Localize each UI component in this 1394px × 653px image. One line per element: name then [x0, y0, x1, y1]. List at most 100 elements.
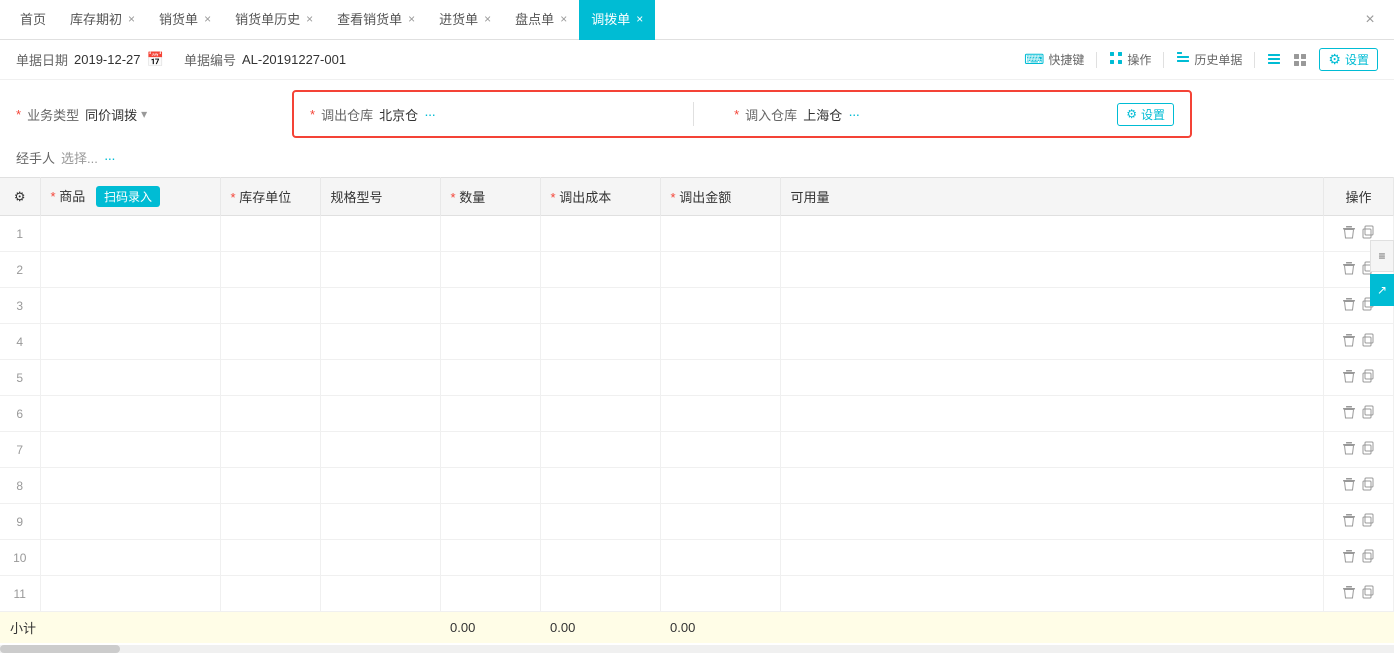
row-qty — [440, 576, 540, 612]
row-operation — [1324, 396, 1394, 432]
business-type-field: * 业务类型 同价调拨 ▾ — [16, 90, 276, 138]
history-button[interactable]: 历史单据 — [1176, 51, 1242, 68]
warehouse-settings-button[interactable]: ⚙ 设置 — [1117, 103, 1174, 126]
tab-sales-history[interactable]: 销货单历史 × — [223, 0, 325, 40]
tab-close-transfer-order[interactable]: × — [636, 12, 643, 26]
row-product[interactable] — [40, 504, 220, 540]
row-spec — [320, 432, 440, 468]
row-product[interactable] — [40, 216, 220, 252]
row-product[interactable] — [40, 396, 220, 432]
tab-close-view-sales[interactable]: × — [408, 12, 415, 26]
toolbar-actions: ⌨ 快捷键 操作 历史 — [1024, 48, 1378, 71]
row-unit — [220, 324, 320, 360]
row-number: 9 — [0, 504, 40, 540]
row-product[interactable] — [40, 576, 220, 612]
row-amount — [660, 396, 780, 432]
row-product[interactable] — [40, 324, 220, 360]
in-warehouse-more-icon[interactable]: ··· — [848, 106, 859, 122]
row-cost — [540, 396, 660, 432]
delete-icon[interactable] — [1342, 405, 1356, 422]
delete-icon[interactable] — [1342, 225, 1356, 242]
copy-icon[interactable] — [1362, 549, 1376, 566]
delete-icon[interactable] — [1342, 441, 1356, 458]
copy-icon[interactable] — [1362, 441, 1376, 458]
shortcut-button[interactable]: ⌨ 快捷键 — [1024, 51, 1084, 68]
scroll-thumb[interactable] — [0, 645, 120, 653]
tab-purchase-order[interactable]: 进货单 × — [427, 0, 503, 40]
copy-icon[interactable] — [1362, 513, 1376, 530]
scan-button[interactable]: 扫码录入 — [96, 186, 160, 207]
view-toggle-1[interactable] — [1267, 53, 1281, 67]
calendar-icon[interactable]: 📅 — [147, 51, 164, 68]
horizontal-scrollbar[interactable] — [0, 645, 1394, 653]
date-value: 2019-12-27 — [74, 52, 141, 67]
row-operation — [1324, 360, 1394, 396]
row-amount — [660, 432, 780, 468]
tab-home[interactable]: 首页 — [8, 0, 58, 40]
row-available — [780, 504, 1324, 540]
row-cost — [540, 288, 660, 324]
row-number: 1 — [0, 216, 40, 252]
tab-sales-order[interactable]: 销货单 × — [147, 0, 223, 40]
delete-icon[interactable] — [1342, 369, 1356, 386]
row-product[interactable] — [40, 252, 220, 288]
tab-view-sales[interactable]: 查看销货单 × — [325, 0, 427, 40]
row-qty — [440, 360, 540, 396]
row-unit — [220, 252, 320, 288]
table-row: 11 — [0, 576, 1394, 612]
copy-icon[interactable] — [1362, 369, 1376, 386]
business-type-select[interactable]: 同价调拨 ▾ — [85, 105, 147, 124]
right-list-button[interactable]: ≡ — [1370, 240, 1394, 272]
row-product[interactable] — [40, 468, 220, 504]
tab-inventory-init[interactable]: 库存期初 × — [58, 0, 147, 40]
row-available — [780, 396, 1324, 432]
handler-select[interactable]: 选择... — [61, 148, 98, 167]
out-warehouse-label: 调出仓库 — [321, 105, 373, 124]
delete-icon[interactable] — [1342, 585, 1356, 602]
row-cost — [540, 576, 660, 612]
tab-close-sales-order[interactable]: × — [204, 12, 211, 26]
settings-button[interactable]: ⚙ 设置 — [1319, 48, 1378, 71]
window-close-button[interactable]: × — [1354, 4, 1386, 36]
right-expand-button[interactable]: ↗ — [1370, 274, 1394, 306]
row-product[interactable] — [40, 432, 220, 468]
row-product[interactable] — [40, 360, 220, 396]
copy-icon[interactable] — [1362, 405, 1376, 422]
delete-icon[interactable] — [1342, 477, 1356, 494]
tab-close-inventory-check[interactable]: × — [560, 12, 567, 26]
delete-icon[interactable] — [1342, 513, 1356, 530]
date-field: 单据日期 2019-12-27 📅 — [16, 50, 164, 69]
handler-more-icon[interactable]: ··· — [104, 150, 115, 166]
delete-icon[interactable] — [1342, 261, 1356, 278]
row-amount — [660, 360, 780, 396]
row-available — [780, 576, 1324, 612]
row-unit — [220, 432, 320, 468]
row-number: 8 — [0, 468, 40, 504]
tab-close-purchase-order[interactable]: × — [484, 12, 491, 26]
copy-icon[interactable] — [1362, 585, 1376, 602]
delete-icon[interactable] — [1342, 333, 1356, 350]
view-toggle-2[interactable] — [1293, 53, 1307, 67]
row-product[interactable] — [40, 288, 220, 324]
row-unit — [220, 216, 320, 252]
row-cost — [540, 324, 660, 360]
tab-close-sales-history[interactable]: × — [306, 12, 313, 26]
row-product[interactable] — [40, 540, 220, 576]
tab-transfer-order[interactable]: 调拨单 × — [579, 0, 655, 40]
out-warehouse-field: * 调出仓库 北京仓 ··· — [310, 105, 653, 124]
delete-icon[interactable] — [1342, 549, 1356, 566]
row-amount — [660, 288, 780, 324]
tab-inventory-check[interactable]: 盘点单 × — [503, 0, 579, 40]
delete-icon[interactable] — [1342, 297, 1356, 314]
row-number: 7 — [0, 432, 40, 468]
row-unit — [220, 468, 320, 504]
tab-close-inventory-init[interactable]: × — [128, 12, 135, 26]
copy-icon[interactable] — [1362, 333, 1376, 350]
row-qty — [440, 288, 540, 324]
handler-row: 经手人 选择... ··· — [0, 148, 1394, 177]
out-warehouse-more-icon[interactable]: ··· — [424, 106, 435, 122]
copy-icon[interactable] — [1362, 477, 1376, 494]
divider-1 — [1096, 52, 1097, 68]
operation-button[interactable]: 操作 — [1109, 51, 1151, 68]
th-gear[interactable]: ⚙ — [0, 178, 40, 216]
